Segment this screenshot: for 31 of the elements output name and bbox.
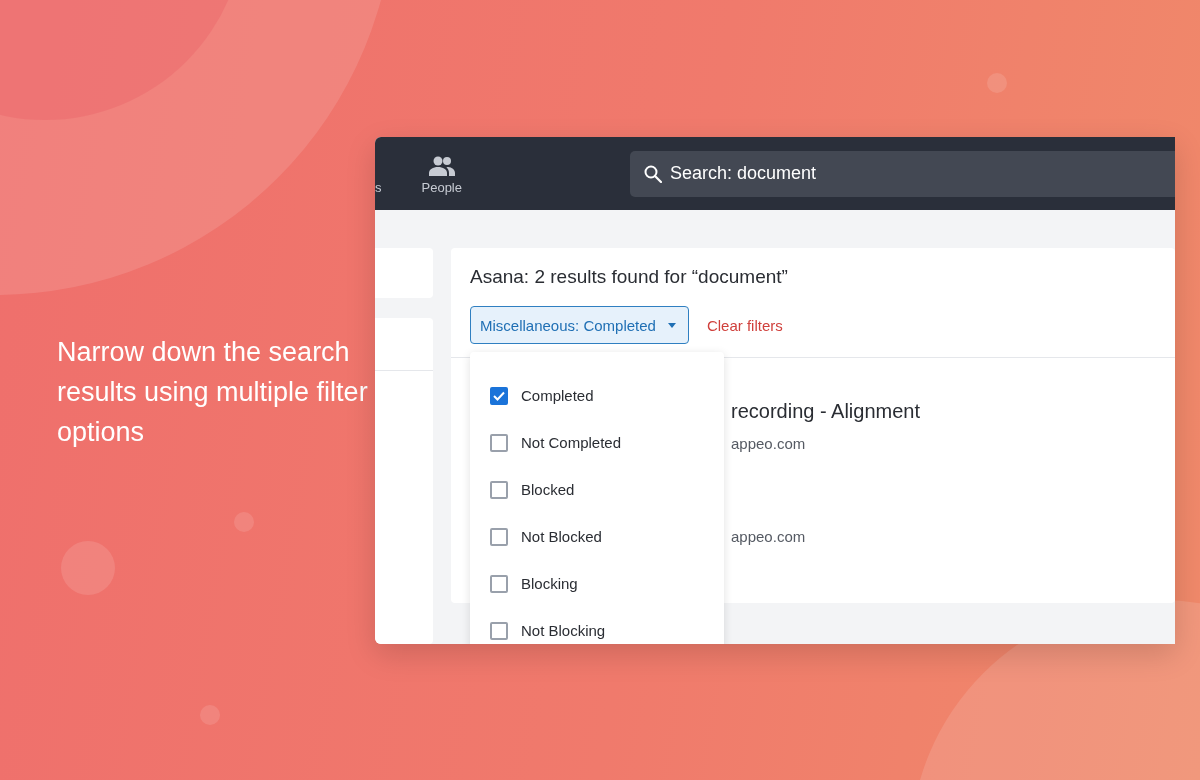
filter-option[interactable]: Blocking: [470, 560, 724, 607]
option-label: Completed: [521, 387, 594, 404]
result-title[interactable]: recording - Alignment: [731, 400, 1175, 423]
people-icon: [428, 156, 455, 176]
search-field[interactable]: Search: document: [630, 150, 1175, 197]
checkbox[interactable]: [490, 527, 508, 546]
checkbox[interactable]: [490, 621, 508, 640]
filter-option[interactable]: Completed: [470, 372, 724, 419]
caret-icon: [667, 322, 676, 328]
nav-item[interactable]: People: [421, 156, 462, 210]
option-label: Blocking: [521, 575, 578, 592]
filter-option[interactable]: Not Blocking: [470, 607, 724, 644]
option-label: Not Completed: [521, 434, 622, 451]
result-subtitle: appeo.com: [731, 528, 807, 545]
checkbox[interactable]: [490, 386, 508, 405]
checkbox[interactable]: [490, 574, 508, 593]
option-label: Not Blocking: [521, 622, 606, 639]
results-title: Asana: 2 results found for “document”: [470, 266, 789, 288]
clear-filters-link[interactable]: Clear filters: [706, 316, 783, 334]
option-label: Not Blocked: [521, 528, 602, 545]
filter-option[interactable]: Blocked: [470, 466, 724, 513]
filter-option[interactable]: Not Blocked: [470, 513, 724, 560]
checkbox[interactable]: [490, 433, 508, 452]
result-subtitle: appeo.com: [731, 435, 807, 452]
nav-item[interactable]: s: [375, 180, 382, 210]
filter-dropdown[interactable]: Miscellaneous: Completed: [470, 306, 689, 344]
search-icon: [644, 164, 662, 183]
checkbox[interactable]: [490, 480, 508, 499]
filter-option[interactable]: Not Completed: [470, 419, 724, 466]
option-label: Blocked: [521, 481, 575, 498]
headline: Narrow down the search results using multiple filter options: [57, 336, 369, 449]
